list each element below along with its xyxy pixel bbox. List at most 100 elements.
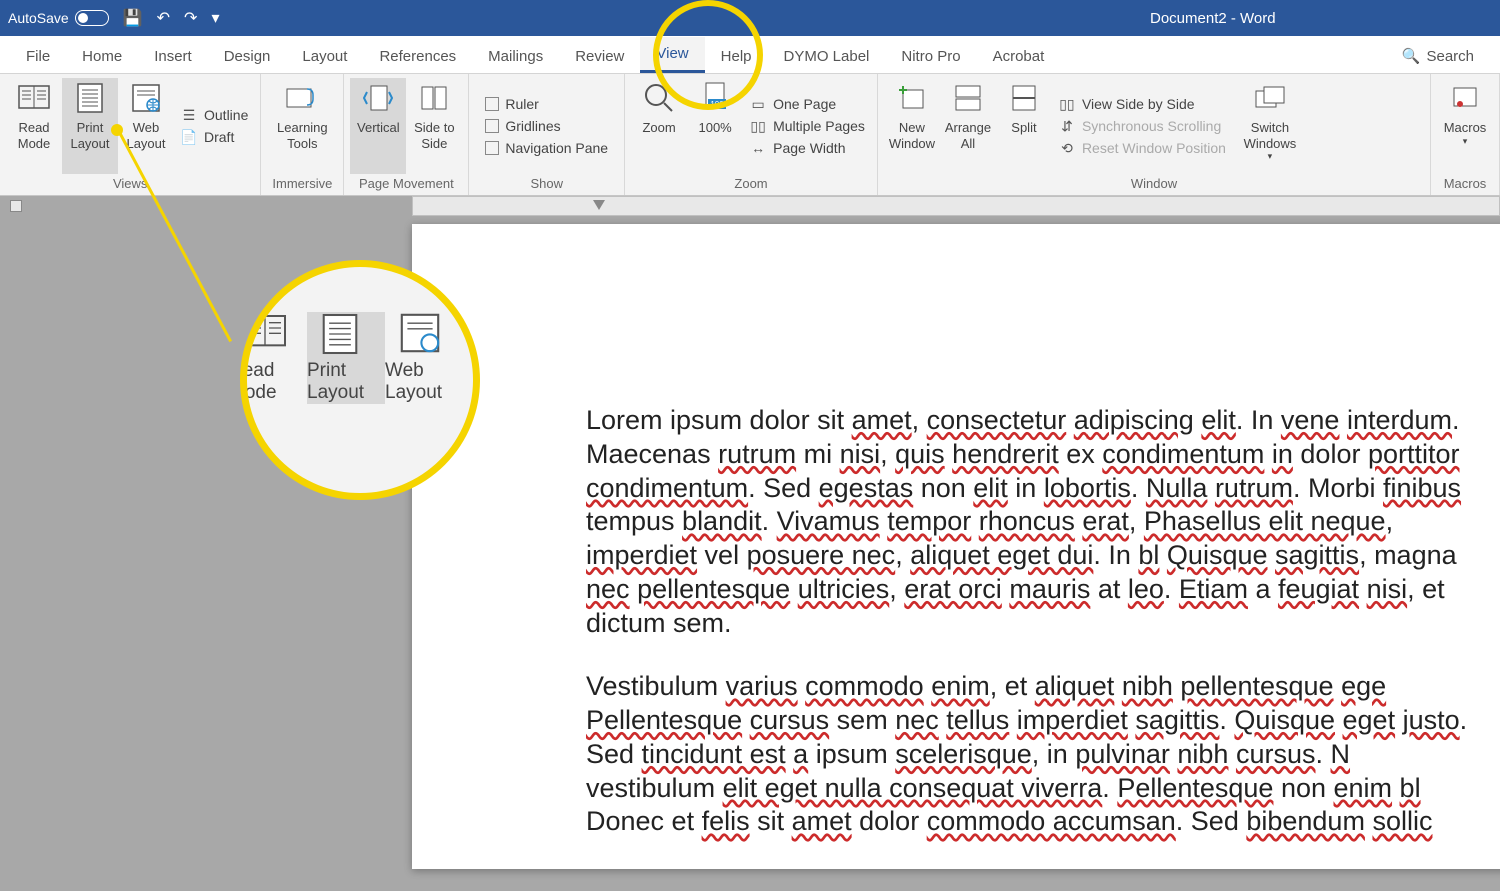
group-zoom: Zoom 100 100% ▭ One Page ▯▯ Multiple Pag…: [625, 74, 878, 195]
group-zoom-label: Zoom: [631, 174, 871, 193]
tab-help[interactable]: Help: [705, 40, 768, 73]
document-page[interactable]: Lorem ipsum dolor sit amet, consectetur …: [412, 224, 1500, 869]
redo-icon[interactable]: ↷: [184, 8, 197, 28]
tab-references[interactable]: References: [363, 40, 472, 73]
split-label: Split: [1011, 120, 1036, 136]
tab-home[interactable]: Home: [66, 40, 138, 73]
navigation-pane-checkbox[interactable]: Navigation Pane: [485, 140, 608, 156]
reset-window-position-button: ⟲ Reset Window Position: [1058, 140, 1226, 156]
gridlines-checkbox[interactable]: Gridlines: [485, 118, 608, 134]
web-layout-button[interactable]: Web Layout: [118, 78, 174, 174]
group-views-label: Views: [6, 174, 254, 193]
reset-position-icon: ⟲: [1058, 141, 1076, 155]
learning-tools-button[interactable]: Learning Tools: [267, 78, 337, 174]
tab-view[interactable]: View: [640, 37, 704, 73]
title-bar: AutoSave 💾 ↶ ↷ ▾ Document2 - Word: [0, 0, 1500, 36]
tab-mailings[interactable]: Mailings: [472, 40, 559, 73]
autosave-label: AutoSave: [8, 10, 69, 26]
view-side-by-side-button[interactable]: ▯▯ View Side by Side: [1058, 96, 1226, 112]
ruler-corner[interactable]: [10, 200, 22, 212]
print-layout-label: Print Layout: [64, 120, 116, 151]
group-window: New Window Arrange All Split ▯▯ View Sid…: [878, 74, 1431, 195]
autosave-toggle[interactable]: AutoSave: [8, 10, 109, 26]
macros-button[interactable]: Macros ▾: [1437, 78, 1493, 174]
search-button[interactable]: 🔍 Search: [1386, 39, 1490, 73]
checkbox-icon: [485, 97, 499, 111]
macros-icon: [1447, 80, 1483, 116]
synchronous-scrolling-button: ⇵ Synchronous Scrolling: [1058, 118, 1226, 134]
tab-layout[interactable]: Layout: [286, 40, 363, 73]
ribbon: Read Mode Print Layout Web Layout ☰ Outl…: [0, 74, 1500, 196]
one-page-button[interactable]: ▭ One Page: [749, 96, 865, 112]
horizontal-ruler[interactable]: [412, 196, 1500, 216]
split-button[interactable]: Split: [996, 78, 1052, 174]
search-label: Search: [1426, 48, 1474, 65]
macros-label: Macros: [1444, 120, 1487, 136]
group-show: Ruler Gridlines Navigation Pane Show: [469, 74, 625, 195]
switch-windows-icon: [1252, 80, 1288, 116]
ruler-checkbox[interactable]: Ruler: [485, 96, 608, 112]
page-width-icon: ↔: [749, 141, 767, 155]
side-to-side-icon: [416, 80, 452, 116]
draft-button[interactable]: 📄 Draft: [180, 129, 248, 145]
page-width-button[interactable]: ↔ Page Width: [749, 140, 865, 156]
sync-scroll-icon: ⇵: [1058, 119, 1076, 133]
reset-window-position-label: Reset Window Position: [1082, 140, 1226, 156]
synchronous-scrolling-label: Synchronous Scrolling: [1082, 118, 1221, 134]
side-to-side-button[interactable]: Side to Side: [406, 78, 462, 174]
outline-icon: ☰: [180, 108, 198, 122]
undo-icon[interactable]: ↶: [157, 8, 170, 28]
group-window-label: Window: [884, 174, 1424, 193]
indent-marker-icon[interactable]: [593, 200, 605, 212]
arrange-all-label: Arrange All: [942, 120, 994, 151]
print-layout-button[interactable]: Print Layout: [62, 78, 118, 174]
svg-text:100: 100: [710, 100, 724, 109]
page-width-label: Page Width: [773, 140, 845, 156]
magnifier-print-layout: Print Layout: [307, 312, 385, 404]
callout-dot: [111, 124, 123, 136]
chevron-down-icon: ▾: [1268, 151, 1273, 162]
switch-windows-button[interactable]: Switch Windows ▾: [1232, 78, 1308, 174]
callout-magnifier: Home Read Mode Print Layout Web Layout: [240, 260, 480, 500]
group-views: Read Mode Print Layout Web Layout ☰ Outl…: [0, 74, 261, 195]
gridlines-label: Gridlines: [505, 118, 560, 134]
zoom-100-label: 100%: [698, 120, 731, 136]
tab-dymo[interactable]: DYMO Label: [768, 40, 886, 73]
vertical-icon: [360, 80, 396, 116]
tab-design[interactable]: Design: [208, 40, 287, 73]
outline-button[interactable]: ☰ Outline: [180, 107, 248, 123]
multiple-pages-button[interactable]: ▯▯ Multiple Pages: [749, 118, 865, 134]
zoom-100-button[interactable]: 100 100%: [687, 78, 743, 174]
one-page-label: One Page: [773, 96, 836, 112]
paragraph-2[interactable]: Vestibulum varius commodo enim, et aliqu…: [586, 670, 1486, 839]
tab-insert[interactable]: Insert: [138, 40, 208, 73]
web-layout-icon: [128, 80, 164, 116]
quick-access-toolbar: 💾 ↶ ↷ ▾: [123, 8, 220, 28]
group-immersive-label: Immersive: [267, 174, 337, 193]
group-macros: Macros ▾ Macros: [1431, 74, 1500, 195]
tab-nitro[interactable]: Nitro Pro: [885, 40, 976, 73]
ribbon-tabs: File Home Insert Design Layout Reference…: [0, 36, 1500, 74]
view-side-by-side-label: View Side by Side: [1082, 96, 1195, 112]
new-window-button[interactable]: New Window: [884, 78, 940, 174]
save-icon[interactable]: 💾: [123, 8, 143, 28]
read-mode-button[interactable]: Read Mode: [6, 78, 62, 174]
vertical-button[interactable]: Vertical: [350, 78, 406, 174]
group-page-movement-label: Page Movement: [350, 174, 462, 193]
navigation-pane-label: Navigation Pane: [505, 140, 608, 156]
tab-file[interactable]: File: [10, 40, 66, 73]
read-mode-icon: [243, 312, 293, 356]
tab-acrobat[interactable]: Acrobat: [977, 40, 1061, 73]
arrange-all-button[interactable]: Arrange All: [940, 78, 996, 174]
document-area: Lorem ipsum dolor sit amet, consectetur …: [0, 196, 1500, 891]
read-mode-icon: [16, 80, 52, 116]
one-page-icon: ▭: [749, 97, 767, 111]
paragraph-1[interactable]: Lorem ipsum dolor sit amet, consectetur …: [586, 404, 1486, 640]
print-layout-icon: [321, 312, 371, 356]
tab-review[interactable]: Review: [559, 40, 640, 73]
checkbox-icon: [485, 141, 499, 155]
customize-qat-icon[interactable]: ▾: [211, 8, 219, 28]
new-window-label: New Window: [886, 120, 938, 151]
zoom-button[interactable]: Zoom: [631, 78, 687, 174]
zoom-100-icon: 100: [697, 80, 733, 116]
